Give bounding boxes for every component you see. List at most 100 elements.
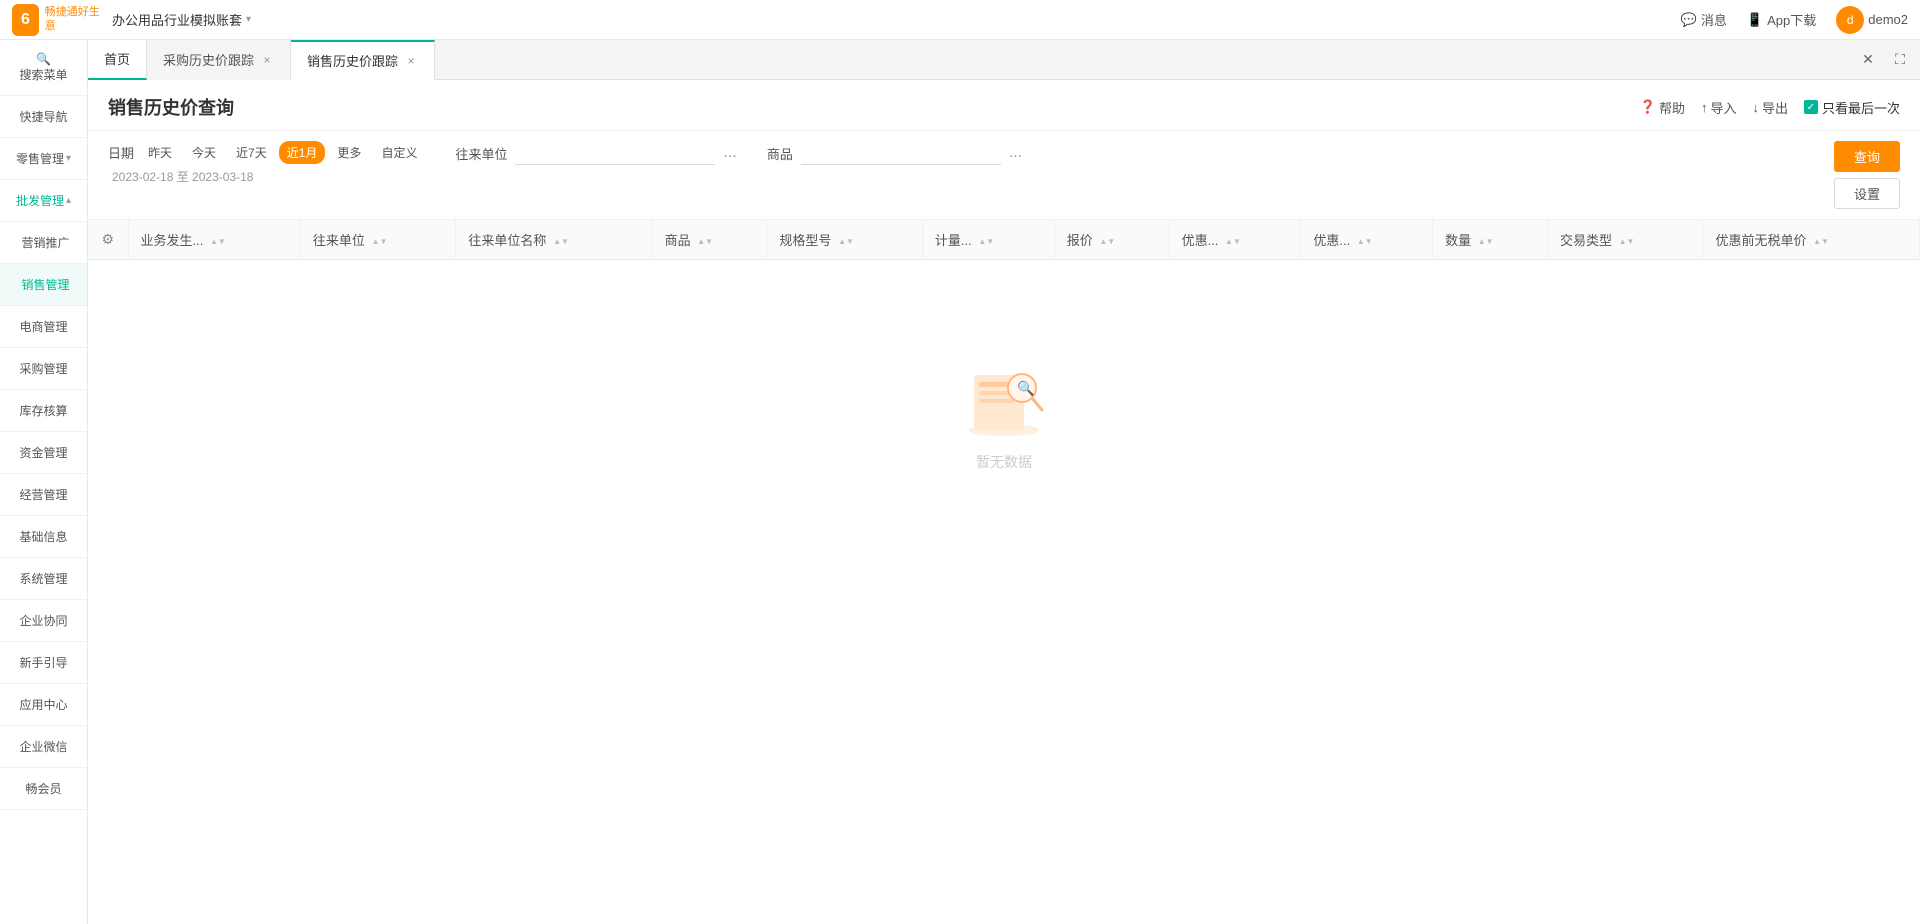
header-actions: ❓ 帮助 ↑ 导入 ↓ 导出 ✓ 只看最后一 [1640, 98, 1900, 117]
sidebar-item-system[interactable]: 系统管理 [0, 558, 87, 600]
table-col-quantity[interactable]: 数量 ▲▼ [1433, 220, 1548, 260]
data-table: ⚙ 业务发生... ▲▼ 往来单位 ▲▼ 往来单位名称 [88, 220, 1920, 260]
sidebar-item-ecommerce[interactable]: 电商管理 [0, 306, 87, 348]
date-btn-more[interactable]: 更多 [329, 141, 369, 164]
top-bar: 6 畅捷通好生意 办公用品行业模拟账套 ▾ 💬 消息 📱 App下载 d dem… [0, 0, 1920, 40]
sidebar-item-shortcuts[interactable]: 快捷导航 [0, 96, 87, 138]
import-icon: ↑ [1701, 100, 1708, 115]
table-col-goods[interactable]: 商品 ▲▼ [652, 220, 767, 260]
company-name: 办公用品行业模拟账套 [112, 10, 242, 29]
table-col-discount2[interactable]: 优惠... ▲▼ [1301, 220, 1433, 260]
goods-label: 商品 [767, 144, 793, 163]
tab-bar: 首页 采购历史价跟踪 × 销售历史价跟踪 × ✕ ⛶ [88, 40, 1920, 80]
date-range-display: 2023-02-18 至 2023-03-18 [108, 168, 425, 185]
table-col-partner-name[interactable]: 往来单位名称 ▲▼ [456, 220, 652, 260]
sort-icon: ▲▼ [1357, 237, 1373, 246]
help-icon: ❓ [1640, 99, 1656, 115]
page-title: 销售历史价查询 [108, 94, 234, 120]
logo-area: 6 畅捷通好生意 [12, 4, 100, 36]
main-layout: 🔍 搜索菜单 快捷导航 零售管理 ▾ 批发管理 ▴ 营销推广 销售管理 电商管理… [0, 40, 1920, 924]
close-purchase-tab-btn[interactable]: × [260, 53, 274, 67]
page-content: 销售历史价查询 ❓ 帮助 ↑ 导入 ↓ 导出 [88, 80, 1920, 924]
table-col-gear: ⚙ [88, 220, 128, 260]
table-col-pretax-price[interactable]: 优惠前无税单价 ▲▼ [1703, 220, 1920, 260]
close-sales-tab-btn[interactable]: × [404, 54, 418, 68]
sidebar-item-wholesale[interactable]: 批发管理 ▴ [0, 180, 87, 222]
company-dropdown-icon: ▾ [246, 14, 251, 25]
avatar: d [1836, 6, 1864, 34]
sidebar-item-search[interactable]: 🔍 搜索菜单 [0, 40, 87, 96]
svg-text:🔍: 🔍 [1017, 379, 1034, 397]
table-header-row: ⚙ 业务发生... ▲▼ 往来单位 ▲▼ 往来单位名称 [88, 220, 1920, 260]
date-btn-yesterday[interactable]: 昨天 [140, 141, 180, 164]
sort-icon: ▲▼ [1619, 237, 1635, 246]
date-buttons: 昨天 今天 近7天 近1月 更多 自定义 [140, 141, 425, 164]
tab-purchase-history[interactable]: 采购历史价跟踪 × [147, 40, 291, 80]
empty-text: 暂无数据 [976, 452, 1032, 472]
sidebar-item-retail[interactable]: 零售管理 ▾ [0, 138, 87, 180]
sidebar-item-corp-wechat[interactable]: 企业微信 [0, 726, 87, 768]
action-buttons: 查询 设置 [1834, 141, 1900, 209]
sort-icon: ▲▼ [1099, 237, 1115, 246]
empty-illustration: 🔍 [954, 360, 1054, 440]
sort-icon: ▲▼ [1225, 237, 1241, 246]
sort-icon: ▲▼ [1478, 237, 1494, 246]
sidebar-item-inventory[interactable]: 库存核算 [0, 390, 87, 432]
sidebar-item-finance[interactable]: 资金管理 [0, 432, 87, 474]
table-col-partner-code[interactable]: 往来单位 ▲▼ [300, 220, 456, 260]
partner-input[interactable] [515, 141, 715, 165]
filter-area: 日期 昨天 今天 近7天 近1月 更多 自定义 2023-02-18 至 202… [88, 131, 1920, 220]
table-settings-icon[interactable]: ⚙ [101, 231, 114, 247]
query-button[interactable]: 查询 [1834, 141, 1900, 172]
table-area: ⚙ 业务发生... ▲▼ 往来单位 ▲▼ 往来单位名称 [88, 220, 1920, 924]
date-filter-group: 日期 昨天 今天 近7天 近1月 更多 自定义 2023-02-18 至 202… [108, 141, 425, 185]
date-btn-today[interactable]: 今天 [184, 141, 224, 164]
app-download-btn[interactable]: 📱 App下载 [1747, 10, 1816, 29]
goods-dots[interactable]: ... [1009, 144, 1022, 162]
sidebar-item-member[interactable]: 畅会员 [0, 768, 87, 810]
tab-home[interactable]: 首页 [88, 40, 147, 80]
logo-text: 畅捷通好生意 [45, 6, 100, 32]
sidebar-item-marketing[interactable]: 营销推广 [0, 222, 87, 264]
date-btn-1month[interactable]: 近1月 [279, 141, 326, 164]
empty-state: 🔍 暂无数据 [88, 260, 1920, 572]
sort-icon: ▲▼ [1813, 237, 1829, 246]
export-btn[interactable]: ↓ 导出 [1752, 98, 1788, 117]
goods-input[interactable] [801, 141, 1001, 165]
company-selector[interactable]: 办公用品行业模拟账套 ▾ [100, 10, 263, 29]
table-col-biz-date[interactable]: 业务发生... ▲▼ [128, 220, 300, 260]
date-btn-custom[interactable]: 自定义 [373, 141, 425, 164]
partner-dots[interactable]: ... [723, 144, 736, 162]
user-menu[interactable]: d demo2 [1836, 6, 1908, 34]
messages-btn[interactable]: 💬 消息 [1681, 10, 1727, 29]
maximize-btn[interactable]: ⛶ [1888, 48, 1912, 72]
sidebar-item-base-info[interactable]: 基础信息 [0, 516, 87, 558]
only-last-toggle[interactable]: ✓ 只看最后一次 [1804, 98, 1900, 117]
table-col-trade-type[interactable]: 交易类型 ▲▼ [1547, 220, 1703, 260]
settings-button[interactable]: 设置 [1834, 178, 1900, 209]
page-header: 销售历史价查询 ❓ 帮助 ↑ 导入 ↓ 导出 [88, 80, 1920, 131]
sidebar-item-app-center[interactable]: 应用中心 [0, 684, 87, 726]
sidebar-item-purchase[interactable]: 采购管理 [0, 348, 87, 390]
message-icon: 💬 [1681, 12, 1697, 28]
export-icon: ↓ [1752, 100, 1759, 115]
partner-goods-filters: 往来单位 ... 商品 ... [455, 141, 1804, 165]
chevron-down-icon: ▾ [66, 153, 71, 164]
import-btn[interactable]: ↑ 导入 [1701, 98, 1737, 117]
partner-filter: 往来单位 ... [455, 141, 736, 165]
sidebar-item-corp-collab[interactable]: 企业协同 [0, 600, 87, 642]
date-btn-7days[interactable]: 近7天 [228, 141, 275, 164]
sidebar: 🔍 搜索菜单 快捷导航 零售管理 ▾ 批发管理 ▴ 营销推广 销售管理 电商管理… [0, 40, 88, 924]
table-col-unit[interactable]: 计量... ▲▼ [922, 220, 1054, 260]
table-col-quoted-price[interactable]: 报价 ▲▼ [1054, 220, 1169, 260]
table-col-discount1[interactable]: 优惠... ▲▼ [1169, 220, 1301, 260]
sidebar-item-sales-mgmt[interactable]: 销售管理 [0, 264, 87, 306]
table-col-spec[interactable]: 规格型号 ▲▼ [767, 220, 923, 260]
sort-icon: ▲▼ [210, 237, 226, 246]
close-all-tabs-btn[interactable]: ✕ [1856, 48, 1880, 72]
sidebar-item-guide[interactable]: 新手引导 [0, 642, 87, 684]
date-row: 日期 昨天 今天 近7天 近1月 更多 自定义 [108, 141, 425, 164]
help-btn[interactable]: ❓ 帮助 [1640, 98, 1685, 117]
sidebar-item-operations[interactable]: 经营管理 [0, 474, 87, 516]
tab-sales-history[interactable]: 销售历史价跟踪 × [291, 40, 435, 80]
